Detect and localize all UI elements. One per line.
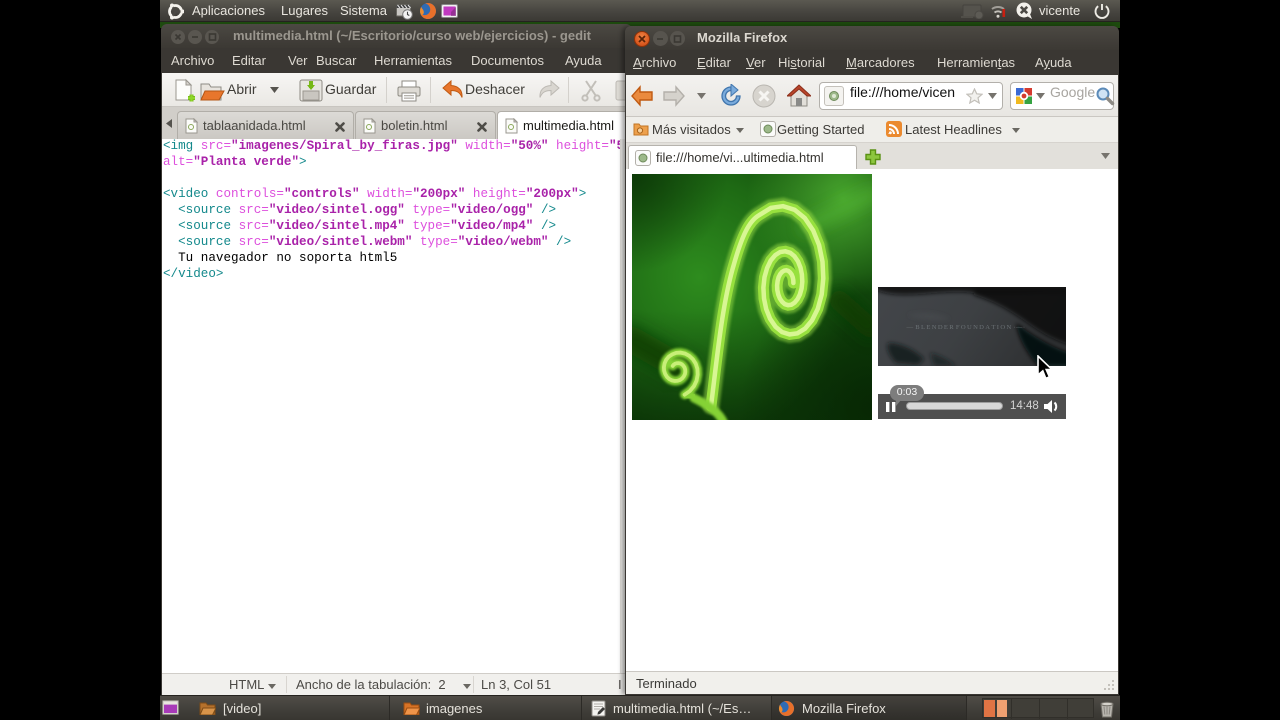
svg-text:— B L E N D E R F O U N D A T: — B L E N D E R F O U N D A T I O N ·—· bbox=[905, 324, 1025, 331]
